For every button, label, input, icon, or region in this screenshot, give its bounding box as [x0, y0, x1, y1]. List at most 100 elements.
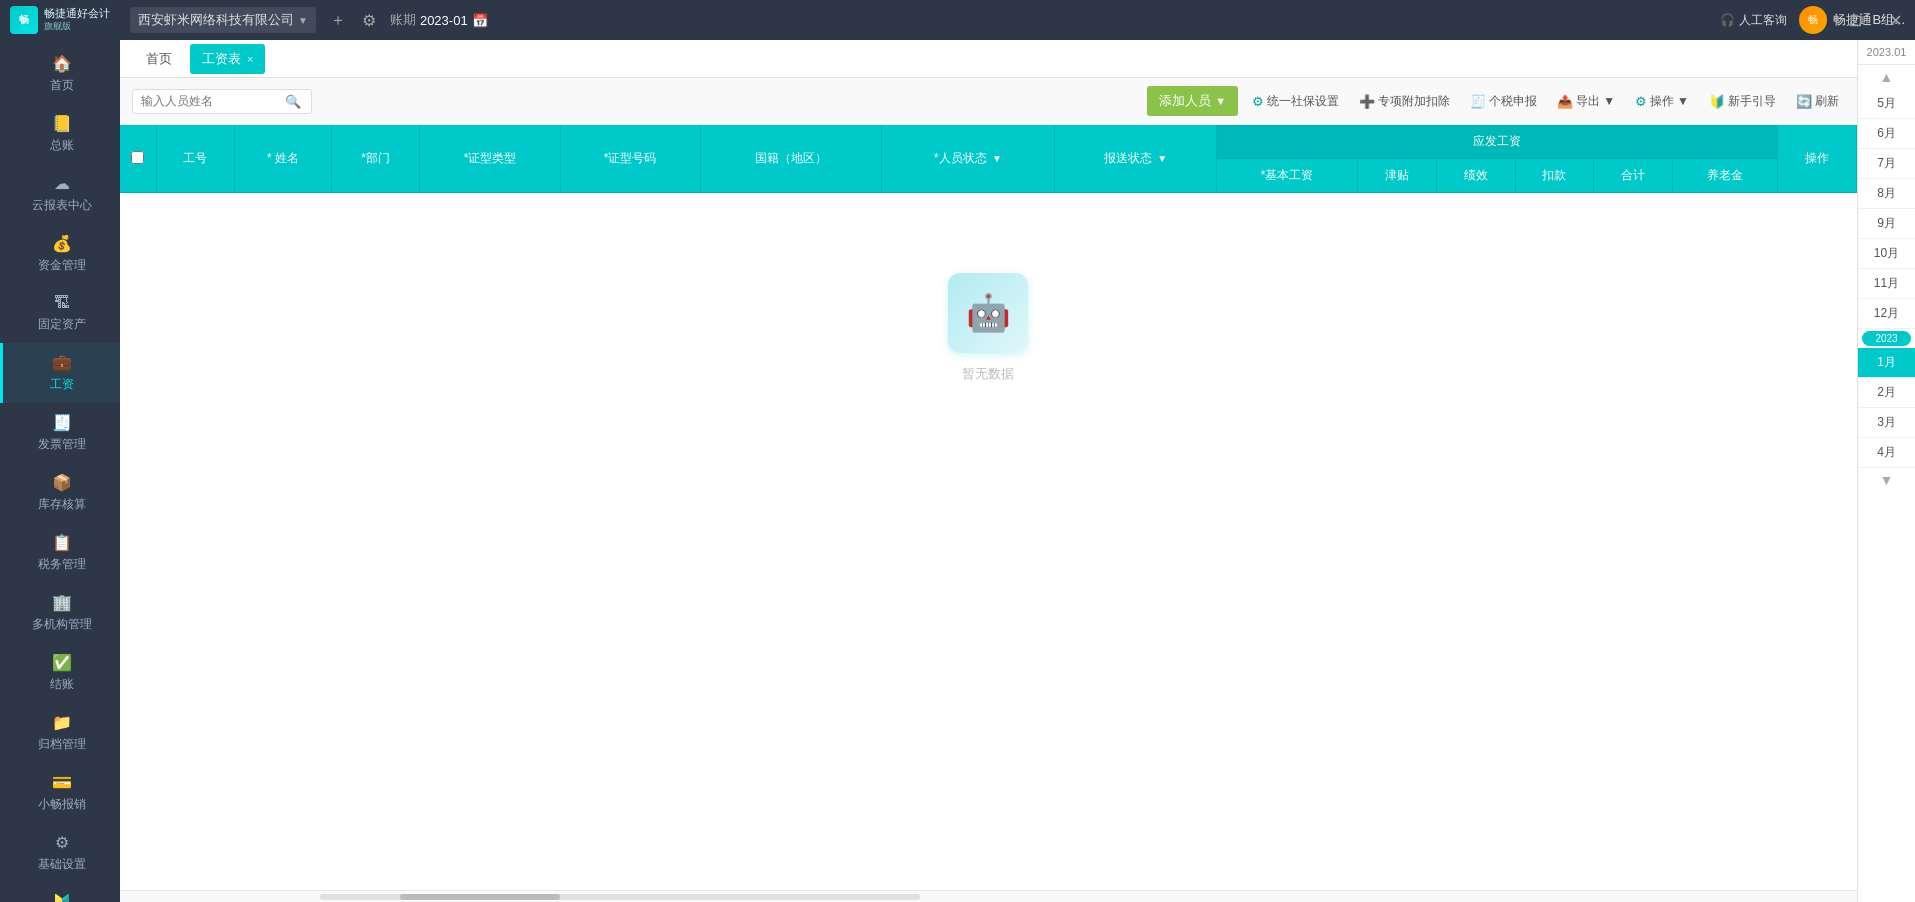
salary-table: 工号 * 姓名 *部门 *证型类型 *证型号码 国籍（地区） *人员状态 ▼ 报…: [120, 125, 1857, 463]
sidebar-item-funds[interactable]: 💰 资金管理: [0, 224, 120, 284]
logo-area: 畅 畅捷通好会计 旗舰版: [10, 6, 130, 34]
th-checkbox[interactable]: [120, 125, 156, 193]
inventory-icon: 📦: [52, 473, 72, 492]
month-1[interactable]: 1月: [1858, 348, 1915, 378]
maximize-button[interactable]: ⊡: [1835, 0, 1875, 40]
table-container: 工号 * 姓名 *部门 *证型类型 *证型号码 国籍（地区） *人员状态 ▼ 报…: [120, 125, 1857, 890]
cloud-icon: ☁: [54, 174, 70, 193]
logo-icon: 畅: [10, 6, 38, 34]
tab-salary[interactable]: 工资表 ×: [190, 44, 265, 74]
window-controls: ⊡ ✕: [1835, 0, 1915, 40]
sidebar-item-label: 工资: [50, 376, 74, 393]
guide-btn-icon: 🔰: [1709, 94, 1725, 109]
invoice-icon: 🧾: [52, 413, 72, 432]
social-security-button[interactable]: ⚙ 统一社保设置: [1246, 89, 1345, 114]
sidebar-item-label: 结账: [50, 676, 74, 693]
add-person-label: 添加人员: [1159, 92, 1211, 110]
sidebar-item-inventory[interactable]: 📦 库存核算: [0, 463, 120, 523]
month-8[interactable]: 8月: [1858, 179, 1915, 209]
right-panel: 2023.01 ▲ 5月 6月 7月 8月 9月 10月 11月 12月 202…: [1857, 40, 1915, 902]
month-11[interactable]: 11月: [1858, 269, 1915, 299]
search-input[interactable]: [141, 94, 281, 108]
empty-row: 🤖 暂无数据: [120, 193, 1857, 464]
person-status-filter-icon[interactable]: ▼: [992, 153, 1002, 164]
calendar-icon[interactable]: 📅: [472, 13, 488, 28]
add-person-button[interactable]: 添加人员 ▼: [1147, 86, 1238, 116]
dropdown-arrow-icon: ▼: [1215, 95, 1226, 107]
operation-button[interactable]: ⚙ 操作 ▼: [1629, 89, 1695, 114]
tax-report-button[interactable]: 🧾 个税申报: [1464, 89, 1543, 114]
sidebar-item-ledger[interactable]: 📒 总账: [0, 104, 120, 164]
empty-text: 暂无数据: [962, 365, 1014, 383]
settings-sidebar-icon: ⚙: [55, 833, 69, 852]
month-7[interactable]: 7月: [1858, 149, 1915, 179]
sidebar-item-archive[interactable]: 📁 归档管理: [0, 703, 120, 763]
social-security-label: 统一社保设置: [1267, 93, 1339, 110]
close-button[interactable]: ✕: [1875, 0, 1915, 40]
th-gross-salary: 应发工资: [1217, 125, 1778, 159]
salary-icon: 💼: [52, 353, 72, 372]
sidebar-item-label: 小畅报销: [38, 796, 86, 813]
refresh-icon: 🔄: [1796, 94, 1812, 109]
scroll-thumb[interactable]: [400, 894, 560, 900]
th-name: * 姓名: [235, 125, 331, 193]
settings-button[interactable]: ⚙: [358, 9, 380, 32]
month-4[interactable]: 4月: [1858, 438, 1915, 468]
sidebar-item-salary[interactable]: 💼 工资: [0, 343, 120, 403]
th-allowance: 津贴: [1357, 159, 1436, 193]
select-all-checkbox[interactable]: [131, 151, 144, 164]
th-id-type: *证型类型: [420, 125, 560, 193]
support-button[interactable]: 🎧 人工客询: [1720, 12, 1787, 29]
special-deduction-button[interactable]: ➕ 专项附加扣除: [1353, 89, 1456, 114]
month-6[interactable]: 6月: [1858, 119, 1915, 149]
month-3[interactable]: 3月: [1858, 408, 1915, 438]
th-deduction: 扣款: [1515, 159, 1594, 193]
sidebar-item-invoice[interactable]: 🧾 发票管理: [0, 403, 120, 463]
tab-salary-label: 工资表: [202, 50, 241, 68]
tab-close-icon[interactable]: ×: [247, 53, 253, 65]
th-performance: 绩效: [1436, 159, 1515, 193]
month-10[interactable]: 10月: [1858, 239, 1915, 269]
header-actions: ＋ ⚙: [326, 8, 380, 33]
search-icon[interactable]: 🔍: [285, 94, 301, 109]
sidebar-item-settlement[interactable]: ✅ 结账: [0, 643, 120, 703]
sidebar-item-expense[interactable]: 💳 小畅报销: [0, 763, 120, 823]
export-icon: 📤: [1557, 94, 1573, 109]
ledger-icon: 📒: [52, 114, 72, 133]
tab-home[interactable]: 首页: [132, 44, 186, 74]
month-2[interactable]: 2月: [1858, 378, 1915, 408]
th-dept: *部门: [331, 125, 420, 193]
sidebar-item-tax[interactable]: 📋 税务管理: [0, 523, 120, 583]
scroll-area[interactable]: [120, 890, 1857, 902]
sidebar-item-fixed-assets[interactable]: 🏗 固定资产: [0, 284, 120, 343]
sidebar-item-home[interactable]: 🏠 首页: [0, 44, 120, 104]
th-nationality: 国籍（地区）: [700, 125, 881, 193]
sidebar-item-cloud-report[interactable]: ☁ 云报表中心: [0, 164, 120, 224]
sidebar-item-guide[interactable]: 🔰 新手引导: [0, 883, 120, 902]
empty-cell: 🤖 暂无数据: [120, 193, 1857, 464]
tabs-bar: 首页 工资表 ×: [120, 40, 1857, 78]
content-area: 首页 工资表 × 🔍 添加人员 ▼ ⚙ 统一社保设置 ➕ 专项附加扣除: [120, 40, 1857, 902]
th-report-status: 报送状态 ▼: [1054, 125, 1217, 193]
refresh-button[interactable]: 🔄 刷新: [1790, 89, 1845, 114]
scroll-track: [320, 894, 920, 900]
calendar-nav-up[interactable]: ▲: [1858, 65, 1915, 89]
report-status-filter-icon[interactable]: ▼: [1157, 153, 1167, 164]
add-company-button[interactable]: ＋: [326, 8, 350, 33]
period-info: 账期 2023-01 📅: [390, 11, 488, 29]
year-badge: 2023: [1862, 331, 1911, 346]
sidebar-item-multi-org[interactable]: 🏢 多机构管理: [0, 583, 120, 643]
social-security-icon: ⚙: [1252, 94, 1264, 109]
month-9[interactable]: 9月: [1858, 209, 1915, 239]
company-selector[interactable]: 西安虾米网络科技有限公司 ▼: [130, 7, 316, 33]
month-5[interactable]: 5月: [1858, 89, 1915, 119]
tax-icon: 📋: [52, 533, 72, 552]
calendar-nav-down[interactable]: ▼: [1858, 468, 1915, 492]
th-pension: 养老金: [1673, 159, 1778, 193]
sidebar-item-label: 发票管理: [38, 436, 86, 453]
app-version: 旗舰版: [44, 20, 110, 33]
month-12[interactable]: 12月: [1858, 299, 1915, 329]
export-button[interactable]: 📤 导出 ▼: [1551, 89, 1621, 114]
sidebar-item-settings[interactable]: ⚙ 基础设置: [0, 823, 120, 883]
guide-button[interactable]: 🔰 新手引导: [1703, 89, 1782, 114]
